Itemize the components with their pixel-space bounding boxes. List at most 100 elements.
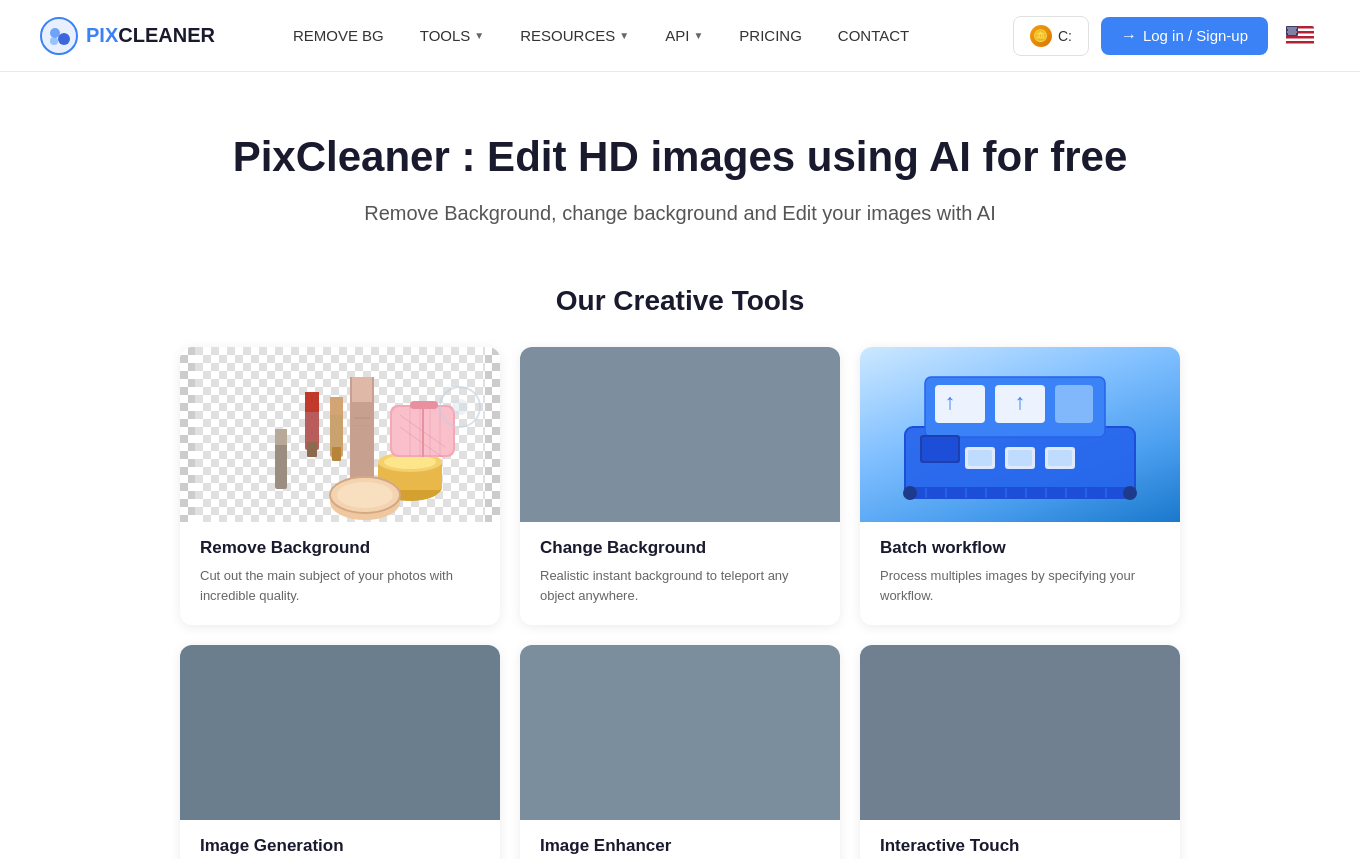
svg-point-2 [58,33,70,45]
svg-point-62 [452,399,468,415]
change-bg-placeholder [520,347,840,522]
header-right: 🪙 C: → Log in / Sign-up [1013,16,1320,56]
flag-icon [1286,26,1314,46]
tool-image-enhancer [520,645,840,820]
tool-info-interactive: Interactive Touch Remove background of y… [860,820,1180,859]
svg-point-11 [1289,27,1290,28]
tool-image-change-bg [520,347,840,522]
svg-point-1 [50,28,60,38]
svg-text:↑: ↑ [945,389,956,414]
svg-point-21 [1291,31,1292,32]
resources-chevron-icon: ▼ [619,30,629,41]
tool-info-image-gen: Image Generation Generate high-resolutio… [180,820,500,859]
tool-desc-change-bg: Realistic instant background to teleport… [540,566,820,605]
svg-point-22 [1293,31,1294,32]
svg-point-26 [1292,33,1293,34]
tool-name-batch: Batch workflow [880,538,1160,558]
svg-rect-64 [275,429,287,445]
cosmetics-scene [180,347,500,522]
tool-card-interactive[interactable]: Interactive Touch Remove background of y… [860,645,1180,859]
svg-rect-94 [1048,450,1072,466]
tool-info-enhancer: Image Enhancer Enhance your images and b… [520,820,840,859]
logo-text: PIXCLEANER [86,24,215,47]
svg-rect-37 [330,397,343,415]
svg-point-24 [1288,33,1289,34]
language-button[interactable] [1280,20,1320,52]
login-button[interactable]: → Log in / Sign-up [1101,17,1268,55]
svg-point-10 [1287,27,1288,28]
login-icon: → [1121,27,1137,45]
svg-rect-82 [1025,488,1027,498]
main-content: PixCleaner : Edit HD images using AI for… [0,72,1360,859]
svg-rect-35 [307,442,317,457]
svg-point-20 [1289,31,1290,32]
tool-info-remove-bg: Remove Background Cut out the main subje… [180,522,500,625]
batch-machine-svg: ↑ ↑ [860,347,1180,522]
credits-button[interactable]: 🪙 C: [1013,16,1089,56]
logo[interactable]: PIXCLEANER [40,17,215,55]
svg-point-17 [1292,29,1293,30]
svg-rect-83 [1045,488,1047,498]
svg-rect-71 [1055,385,1093,423]
credits-label: C: [1058,28,1072,44]
svg-point-13 [1293,27,1294,28]
svg-point-23 [1295,31,1296,32]
tool-image-gen [180,645,500,820]
svg-rect-86 [1105,488,1107,498]
section-title: Our Creative Tools [40,285,1320,317]
nav-resources[interactable]: RESOURCES ▼ [502,0,647,72]
svg-point-15 [1288,29,1289,30]
batch-bg: ↑ ↑ [860,347,1180,522]
tool-card-image-gen[interactable]: Image Generation Generate high-resolutio… [180,645,500,859]
api-chevron-icon: ▼ [693,30,703,41]
enhancer-placeholder [520,645,840,820]
coin-icon: 🪙 [1030,25,1052,47]
nav-pricing[interactable]: PRICING [721,0,820,72]
svg-rect-34 [305,392,319,412]
tool-card-enhancer[interactable]: Image Enhancer Enhance your images and b… [520,645,840,859]
tool-name-remove-bg: Remove Background [200,538,480,558]
svg-rect-8 [1286,43,1314,46]
svg-point-16 [1290,29,1291,30]
tool-name-image-gen: Image Generation [200,836,480,856]
interactive-placeholder [860,645,1180,820]
tool-card-change-bg[interactable]: Change Background Realistic instant back… [520,347,840,625]
logo-icon [40,17,78,55]
tool-name-interactive: Interactive Touch [880,836,1160,856]
svg-point-18 [1294,29,1295,30]
tool-image-remove-bg [180,347,500,522]
svg-rect-75 [922,437,958,461]
svg-rect-43 [354,425,370,426]
svg-rect-93 [1008,450,1032,466]
header: PIXCLEANER REMOVE BG TOOLS ▼ RESOURCES ▼… [0,0,1360,72]
svg-point-87 [903,486,917,500]
svg-rect-81 [1005,488,1007,498]
svg-rect-80 [985,488,987,498]
nav-tools[interactable]: TOOLS ▼ [402,0,502,72]
tools-chevron-icon: ▼ [474,30,484,41]
login-label: Log in / Sign-up [1143,27,1248,44]
svg-rect-41 [352,377,372,402]
tool-image-interactive [860,645,1180,820]
image-gen-placeholder [180,645,500,820]
tool-card-remove-bg[interactable]: Remove Background Cut out the main subje… [180,347,500,625]
tool-desc-batch: Process multiples images by specifying y… [880,566,1160,605]
svg-rect-38 [332,447,341,461]
nav-remove-bg[interactable]: REMOVE BG [275,0,402,72]
nav-contact[interactable]: CONTACT [820,0,927,72]
tool-desc-remove-bg: Cut out the main subject of your photos … [200,566,480,605]
tool-card-batch[interactable]: ↑ ↑ [860,347,1180,625]
hero-title: PixCleaner : Edit HD images using AI for… [40,132,1320,182]
svg-rect-79 [965,488,967,498]
main-nav: REMOVE BG TOOLS ▼ RESOURCES ▼ API ▼ PRIC… [275,0,1013,72]
svg-point-14 [1295,27,1296,28]
svg-rect-92 [968,450,992,466]
svg-text:↑: ↑ [1015,389,1026,414]
svg-point-3 [50,37,58,45]
nav-api[interactable]: API ▼ [647,0,721,72]
svg-rect-85 [1085,488,1087,498]
tool-info-change-bg: Change Background Realistic instant back… [520,522,840,625]
svg-point-88 [1123,486,1137,500]
svg-point-25 [1290,33,1291,34]
tool-image-batch: ↑ ↑ [860,347,1180,522]
